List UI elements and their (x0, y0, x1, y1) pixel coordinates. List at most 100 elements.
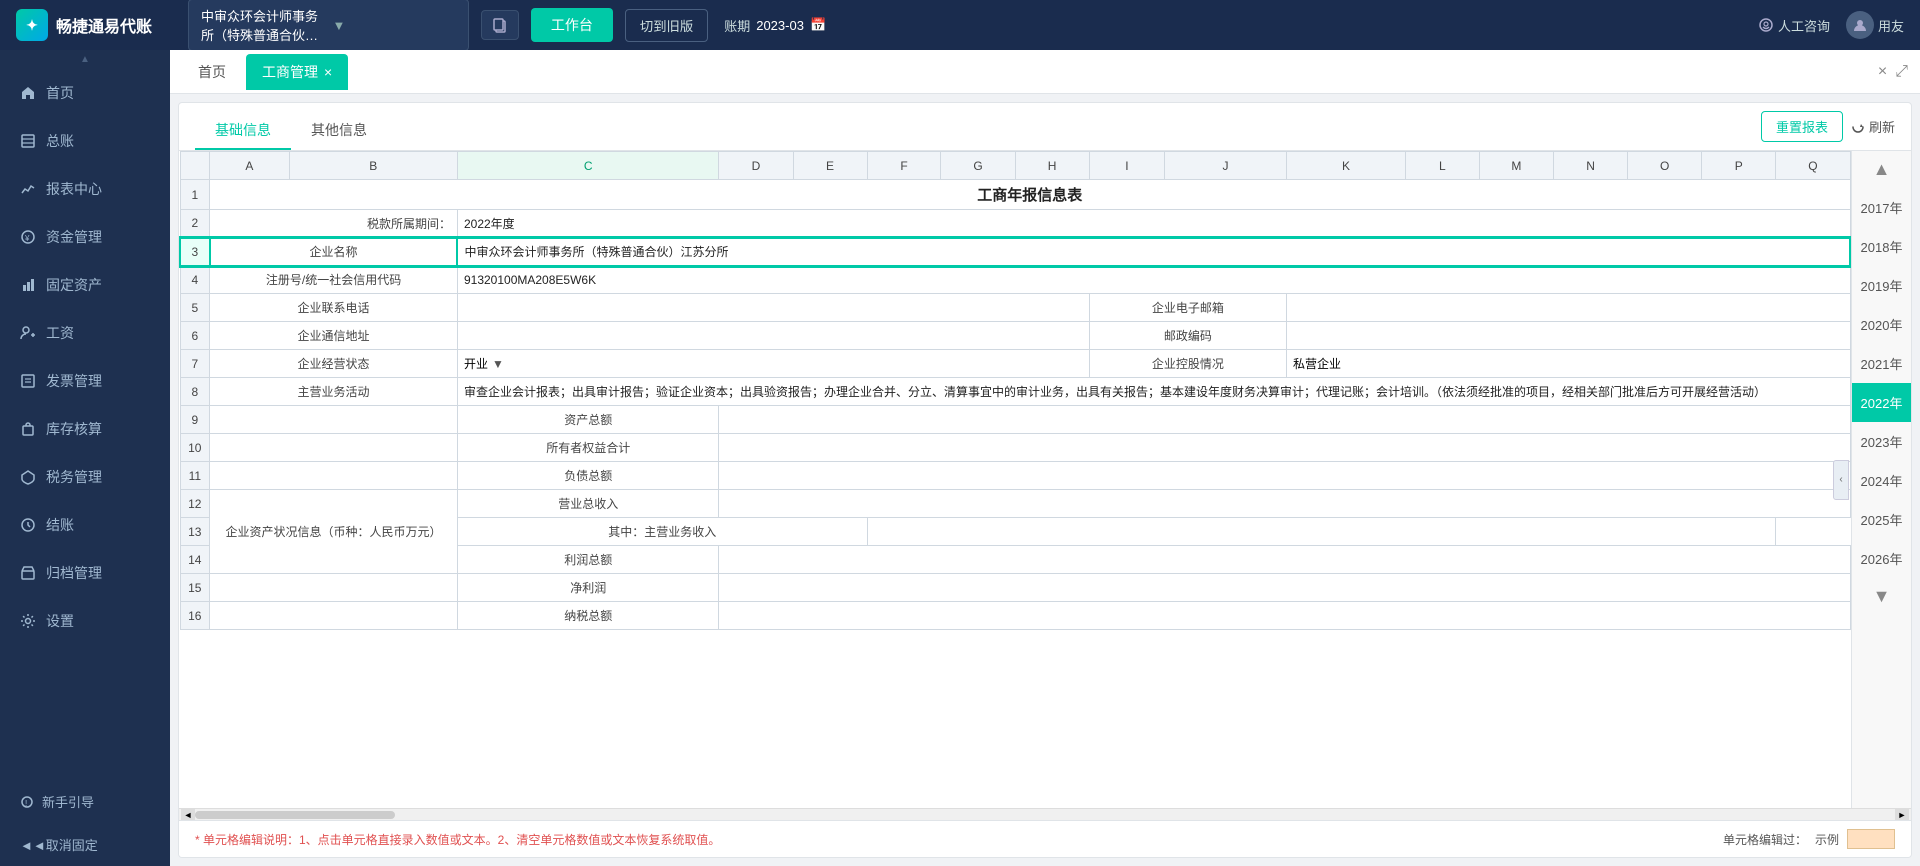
col-M[interactable]: M (1479, 152, 1553, 180)
title-cell[interactable]: 工商年报信息表 (210, 180, 1850, 210)
tax-total-value[interactable] (719, 602, 1850, 630)
phone-label: 企业联系电话 (210, 294, 458, 322)
main-biz-value[interactable]: 审查企业会计报表；出具审计报告；验证企业资本；出具验资报告；办理企业合并、分立、… (457, 378, 1850, 406)
window-close-button[interactable]: × (1878, 63, 1887, 81)
svg-text:¥: ¥ (24, 234, 30, 243)
year-nav-up[interactable]: ▲ (1852, 151, 1911, 188)
tax-period-value[interactable]: 2022年度 (457, 210, 1850, 238)
sample-cell (1847, 829, 1895, 849)
year-nav-down[interactable]: ▼ (1852, 578, 1911, 615)
workbench-button[interactable]: 工作台 (531, 8, 613, 42)
page-body: 基础信息 其他信息 重置报表 刷新 (178, 102, 1912, 858)
col-F[interactable]: F (867, 152, 941, 180)
col-L[interactable]: L (1405, 152, 1479, 180)
sidebar-item-tax[interactable]: 税务管理 (0, 453, 170, 501)
year-2018[interactable]: 2018年 (1852, 227, 1911, 266)
col-J[interactable]: J (1165, 152, 1287, 180)
biz-status-value[interactable]: 开业 ▼ (457, 350, 1089, 378)
consult-button[interactable]: 人工咨询 (1758, 16, 1830, 35)
sidebar-item-closing[interactable]: 结账 (0, 501, 170, 549)
switch-version-button[interactable]: 切到旧版 (625, 9, 708, 42)
col-G[interactable]: G (941, 152, 1015, 180)
tax-icon (20, 469, 36, 485)
year-2022[interactable]: 2022年 (1852, 383, 1911, 422)
sidebar-item-invoice[interactable]: 发票管理 (0, 357, 170, 405)
year-2024[interactable]: 2024年 (1852, 461, 1911, 500)
company-name-value[interactable]: 中审众环会计师事务所（特殊普通合伙）江苏分所 (457, 238, 1850, 266)
reg-num-label: 注册号/统一社会信用代码 (210, 266, 458, 294)
copy-button[interactable] (481, 10, 519, 40)
cancel-pin-button[interactable]: ◄◄取消固定 (0, 823, 170, 866)
net-profit-value[interactable] (719, 574, 1850, 602)
postal-value[interactable] (1286, 322, 1850, 350)
table-row-selected: 3 企业名称 中审众环会计师事务所（特殊普通合伙）江苏分所 (180, 238, 1850, 266)
sidebar-item-inventory[interactable]: 库存核算 (0, 405, 170, 453)
col-O[interactable]: O (1628, 152, 1702, 180)
sub-tab-basic[interactable]: 基础信息 (195, 112, 291, 150)
phone-value[interactable] (457, 294, 1089, 322)
right-collapse-button[interactable]: ‹ (1833, 460, 1849, 500)
sidebar-item-reports[interactable]: 报表中心 (0, 165, 170, 213)
sidebar-item-home[interactable]: 首页 (0, 69, 170, 117)
scroll-thumb[interactable] (195, 811, 395, 819)
col-B[interactable]: B (289, 152, 457, 180)
assets-total-value[interactable] (719, 406, 1850, 434)
shareholding-value[interactable]: 私营企业 (1286, 350, 1850, 378)
profit-total-label: 利润总额 (457, 546, 718, 574)
revenue-total-value[interactable] (719, 490, 1850, 518)
horiz-scroll-bar[interactable]: ◄ ► (179, 808, 1911, 820)
user-area[interactable]: 用友 (1846, 11, 1904, 39)
email-value[interactable] (1286, 294, 1850, 322)
tab-active[interactable]: 工商管理 × (246, 54, 348, 90)
scroll-left-button[interactable]: ◄ (181, 809, 195, 821)
window-maximize-button[interactable]: ⤢ (1895, 63, 1908, 81)
col-E[interactable]: E (793, 152, 867, 180)
sidebar-label-tax: 税务管理 (46, 467, 102, 487)
year-2025[interactable]: 2025年 (1852, 500, 1911, 539)
address-value[interactable] (457, 322, 1089, 350)
col-P[interactable]: P (1702, 152, 1776, 180)
col-D[interactable]: D (719, 152, 793, 180)
sidebar-item-ledger[interactable]: 总账 (0, 117, 170, 165)
col-I[interactable]: I (1089, 152, 1164, 180)
sidebar-item-archive[interactable]: 归档管理 (0, 549, 170, 597)
year-2023[interactable]: 2023年 (1852, 422, 1911, 461)
refresh-button[interactable]: 刷新 (1851, 111, 1895, 142)
sidebar-item-settings[interactable]: 设置 (0, 597, 170, 645)
col-N[interactable]: N (1554, 152, 1628, 180)
col-K[interactable]: K (1286, 152, 1405, 180)
year-2026[interactable]: 2026年 (1852, 539, 1911, 578)
sidebar-label-closing: 结账 (46, 515, 74, 535)
dropdown-icon: ▼ (332, 18, 455, 33)
col-A[interactable]: A (210, 152, 289, 180)
sidebar-item-wages[interactable]: 工资 (0, 309, 170, 357)
calendar-icon[interactable]: 📅 (810, 17, 826, 33)
year-2017[interactable]: 2017年 (1852, 188, 1911, 227)
sidebar-item-assets[interactable]: 固定资产 (0, 261, 170, 309)
main-revenue-value[interactable] (867, 518, 1776, 546)
year-2020[interactable]: 2020年 (1852, 305, 1911, 344)
equity-value[interactable] (719, 434, 1850, 462)
sidebar-item-funds[interactable]: ¥ 资金管理 (0, 213, 170, 261)
edited-label: 单元格编辑过： (1723, 831, 1807, 848)
tab-close-button[interactable]: × (324, 65, 332, 79)
year-2019[interactable]: 2019年 (1852, 266, 1911, 305)
assets-total-label (210, 406, 458, 434)
reg-num-value[interactable]: 91320100MA208E5W6K (457, 266, 1850, 294)
col-Q[interactable]: Q (1776, 152, 1850, 180)
sidebar-label-reports: 报表中心 (46, 179, 102, 199)
user-icon (1853, 18, 1867, 32)
company-selector[interactable]: 中审众环会计师事务所（特殊普通合伙… ▼ (188, 0, 469, 51)
new-user-guide[interactable]: ! 新手引导 (0, 780, 170, 823)
tab-home[interactable]: 首页 (182, 54, 242, 90)
liability-value[interactable] (719, 462, 1850, 490)
revenue-total-label: 营业总收入 (457, 490, 718, 518)
sidebar-scroll-up[interactable]: ▲ (0, 50, 170, 69)
spreadsheet-main[interactable]: A B C D E F G H I J K L (179, 151, 1851, 808)
profit-total-value[interactable] (719, 546, 1850, 574)
year-2021[interactable]: 2021年 (1852, 344, 1911, 383)
col-C[interactable]: C (457, 152, 718, 180)
col-H[interactable]: H (1015, 152, 1089, 180)
sub-tab-other[interactable]: 其他信息 (291, 112, 387, 150)
reset-report-button[interactable]: 重置报表 (1761, 111, 1843, 142)
